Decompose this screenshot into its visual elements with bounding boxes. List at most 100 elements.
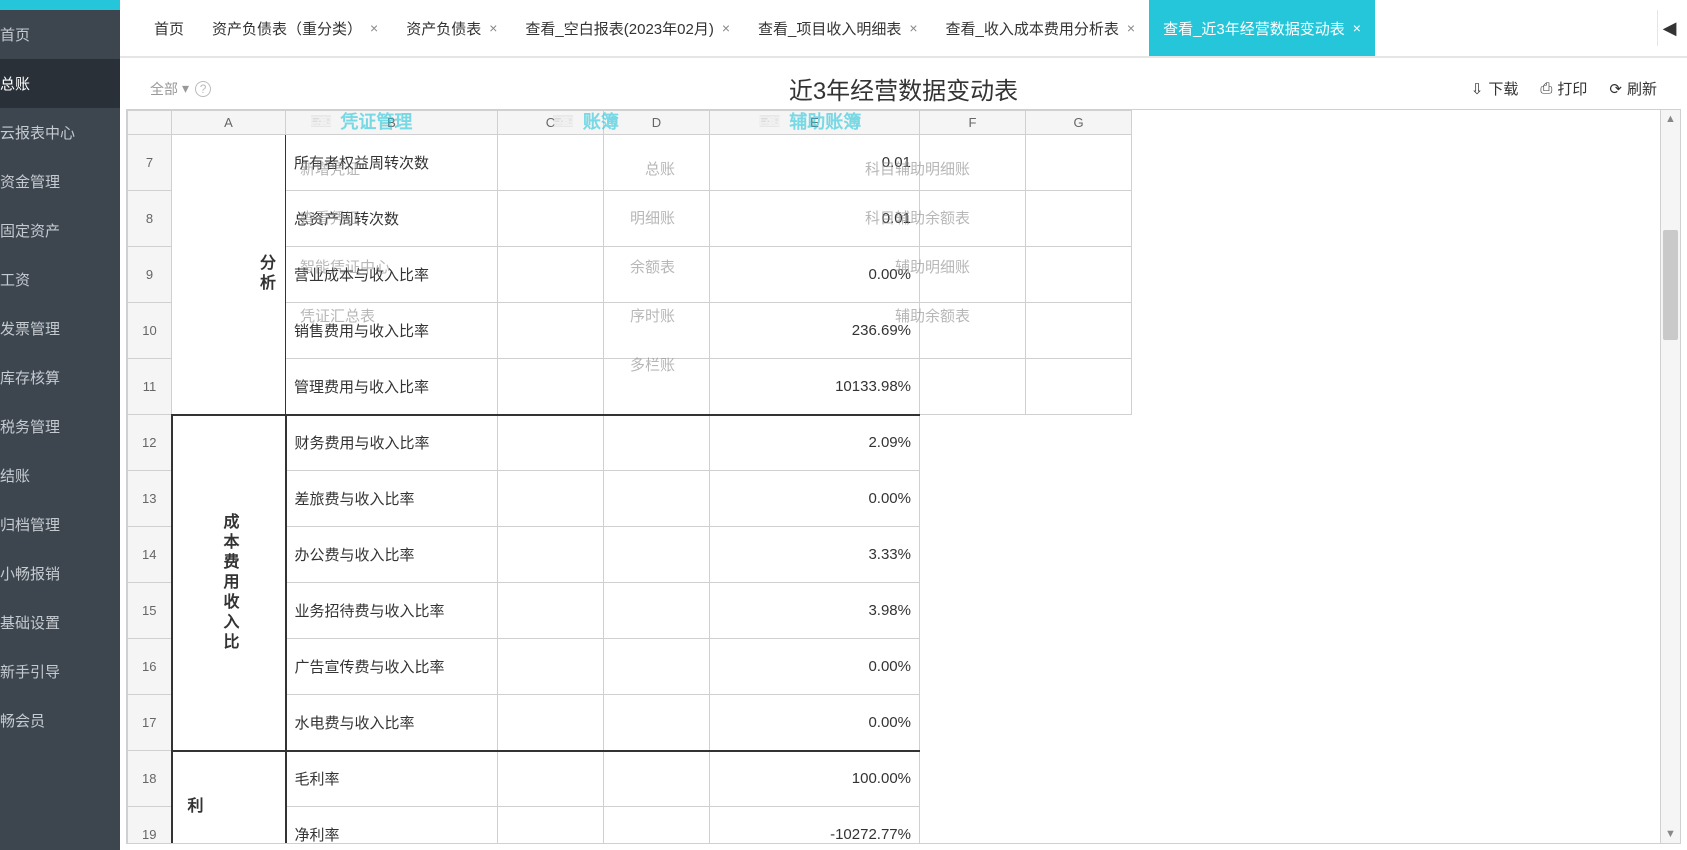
indicator-label-cell[interactable]: 水电费与收入比率 bbox=[286, 695, 498, 751]
refresh-button[interactable]: ⟳ 刷新 bbox=[1609, 78, 1657, 99]
cell[interactable] bbox=[920, 191, 1026, 247]
row-header[interactable]: 9 bbox=[128, 247, 172, 303]
value-cell[interactable]: 10133.98% bbox=[710, 359, 920, 415]
filter-dropdown[interactable]: 全部 ▾ ? bbox=[150, 79, 211, 99]
tab[interactable]: 查看_收入成本费用分析表× bbox=[932, 0, 1150, 56]
cell[interactable] bbox=[498, 247, 604, 303]
cell[interactable] bbox=[604, 695, 710, 751]
help-icon[interactable]: ? bbox=[195, 81, 211, 97]
cell[interactable] bbox=[604, 191, 710, 247]
sidebar-item[interactable]: 税务管理 bbox=[0, 402, 120, 451]
tab[interactable]: 查看_空白报表(2023年02月)× bbox=[511, 0, 744, 56]
sidebar-item[interactable]: 归档管理 bbox=[0, 500, 120, 549]
cell[interactable] bbox=[498, 135, 604, 191]
cell[interactable] bbox=[1026, 247, 1132, 303]
row-header[interactable]: 19 bbox=[128, 807, 172, 845]
cell[interactable] bbox=[1026, 191, 1132, 247]
cell[interactable] bbox=[498, 751, 604, 807]
tabs-nav-prev[interactable]: ◀ bbox=[1657, 10, 1681, 46]
download-button[interactable]: ⇩ 下载 bbox=[1471, 78, 1519, 99]
indicator-label-cell[interactable]: 营业成本与收入比率 bbox=[286, 247, 498, 303]
cell[interactable] bbox=[498, 639, 604, 695]
cell[interactable] bbox=[1026, 135, 1132, 191]
value-cell[interactable]: 100.00% bbox=[710, 751, 920, 807]
close-icon[interactable]: × bbox=[1353, 20, 1361, 36]
close-icon[interactable]: × bbox=[489, 20, 497, 36]
cell[interactable] bbox=[604, 135, 710, 191]
sheet-corner[interactable] bbox=[128, 111, 172, 135]
col-header[interactable]: E bbox=[710, 111, 920, 135]
value-cell[interactable]: 0.00% bbox=[710, 695, 920, 751]
row-header[interactable]: 13 bbox=[128, 471, 172, 527]
cell[interactable] bbox=[604, 359, 710, 415]
close-icon[interactable]: × bbox=[370, 20, 378, 36]
cell[interactable] bbox=[498, 471, 604, 527]
cell[interactable] bbox=[604, 807, 710, 845]
row-header[interactable]: 18 bbox=[128, 751, 172, 807]
cell[interactable] bbox=[498, 359, 604, 415]
cell[interactable] bbox=[920, 135, 1026, 191]
value-cell[interactable]: 236.69% bbox=[710, 303, 920, 359]
row-header[interactable]: 7 bbox=[128, 135, 172, 191]
cell[interactable] bbox=[920, 247, 1026, 303]
scroll-up-arrow[interactable]: ▲ bbox=[1661, 110, 1680, 128]
row-header[interactable]: 17 bbox=[128, 695, 172, 751]
value-cell[interactable]: 3.98% bbox=[710, 583, 920, 639]
row-header[interactable]: 8 bbox=[128, 191, 172, 247]
indicator-label-cell[interactable]: 总资产周转次数 bbox=[286, 191, 498, 247]
col-header[interactable]: C bbox=[498, 111, 604, 135]
cell[interactable] bbox=[604, 751, 710, 807]
sidebar-item[interactable]: 总账 bbox=[0, 59, 120, 108]
row-header[interactable]: 15 bbox=[128, 583, 172, 639]
row-header[interactable]: 11 bbox=[128, 359, 172, 415]
sidebar-item[interactable]: 首页 bbox=[0, 10, 120, 59]
tab[interactable]: 首页 bbox=[140, 0, 198, 56]
sidebar-item[interactable]: 资金管理 bbox=[0, 157, 120, 206]
sidebar-item[interactable]: 畅会员 bbox=[0, 696, 120, 745]
scrollbar-thumb[interactable] bbox=[1663, 230, 1678, 340]
scroll-down-arrow[interactable]: ▼ bbox=[1661, 825, 1680, 843]
cell[interactable] bbox=[604, 471, 710, 527]
indicator-label-cell[interactable]: 差旅费与收入比率 bbox=[286, 471, 498, 527]
cell[interactable] bbox=[498, 191, 604, 247]
value-cell[interactable]: 0.00% bbox=[710, 247, 920, 303]
cell[interactable] bbox=[920, 359, 1026, 415]
indicator-label-cell[interactable]: 毛利率 bbox=[286, 751, 498, 807]
value-cell[interactable]: 2.09% bbox=[710, 415, 920, 471]
cell[interactable] bbox=[498, 303, 604, 359]
value-cell[interactable]: 3.33% bbox=[710, 527, 920, 583]
cell[interactable] bbox=[498, 807, 604, 845]
category-cell[interactable]: 成本费用收入比 bbox=[172, 415, 286, 751]
cell[interactable] bbox=[1026, 303, 1132, 359]
cell[interactable] bbox=[604, 247, 710, 303]
value-cell[interactable]: -10272.77% bbox=[710, 807, 920, 845]
category-cell[interactable]: 分析 bbox=[172, 135, 286, 415]
sheet-scroll[interactable]: A B C D E F G 7分析所有者权益周转次数0.018总资产周转次数0.… bbox=[127, 110, 1680, 843]
indicator-label-cell[interactable]: 销售费用与收入比率 bbox=[286, 303, 498, 359]
value-cell[interactable]: 0.01 bbox=[710, 135, 920, 191]
sidebar-item[interactable]: 基础设置 bbox=[0, 598, 120, 647]
col-header[interactable]: G bbox=[1026, 111, 1132, 135]
print-button[interactable]: ⎙ 打印 bbox=[1540, 78, 1587, 99]
col-header[interactable]: F bbox=[920, 111, 1026, 135]
cell[interactable] bbox=[604, 583, 710, 639]
indicator-label-cell[interactable]: 办公费与收入比率 bbox=[286, 527, 498, 583]
sidebar-item[interactable]: 云报表中心 bbox=[0, 108, 120, 157]
sidebar-item[interactable]: 固定资产 bbox=[0, 206, 120, 255]
cell[interactable] bbox=[604, 527, 710, 583]
close-icon[interactable]: × bbox=[722, 20, 730, 36]
row-header[interactable]: 10 bbox=[128, 303, 172, 359]
close-icon[interactable]: × bbox=[1127, 20, 1135, 36]
col-header[interactable]: D bbox=[604, 111, 710, 135]
cell[interactable] bbox=[498, 527, 604, 583]
row-header[interactable]: 16 bbox=[128, 639, 172, 695]
category-cell[interactable]: 利 bbox=[172, 751, 286, 845]
col-header[interactable]: A bbox=[172, 111, 286, 135]
tab[interactable]: 查看_近3年经营数据变动表× bbox=[1149, 0, 1375, 56]
close-icon[interactable]: × bbox=[909, 20, 917, 36]
cell[interactable] bbox=[498, 415, 604, 471]
col-header[interactable]: B bbox=[286, 111, 498, 135]
sidebar-item[interactable]: 发票管理 bbox=[0, 304, 120, 353]
cell[interactable] bbox=[604, 639, 710, 695]
sidebar-item[interactable]: 新手引导 bbox=[0, 647, 120, 696]
